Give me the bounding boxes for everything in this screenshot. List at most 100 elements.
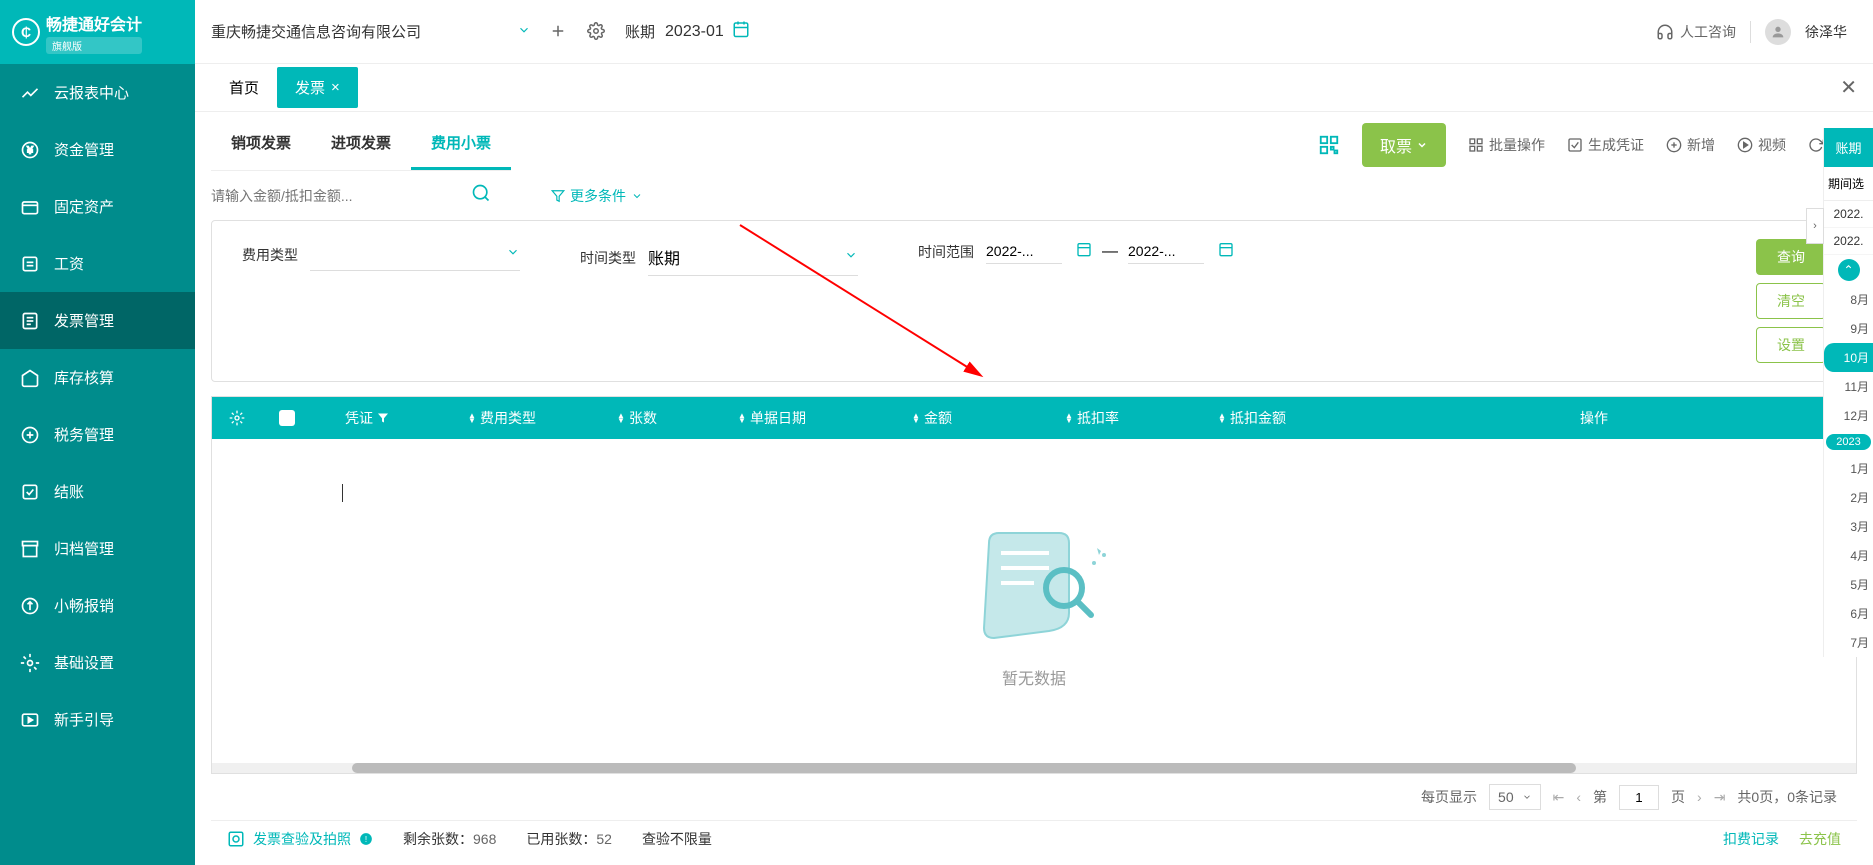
- sidebar-item-5[interactable]: 库存核算: [0, 349, 195, 406]
- period-month[interactable]: 10月: [1824, 343, 1873, 372]
- th-rate[interactable]: ▲▼抵扣率: [1012, 408, 1172, 428]
- first-page-icon[interactable]: ⇤: [1553, 789, 1565, 806]
- consult-button[interactable]: 人工咨询: [1656, 22, 1736, 42]
- sidebar-item-10[interactable]: 基础设置: [0, 634, 195, 691]
- period-month[interactable]: 4月: [1824, 541, 1873, 570]
- get-invoice-button[interactable]: 取票: [1362, 123, 1446, 167]
- video-button[interactable]: 视频: [1737, 135, 1786, 155]
- sidebar-item-0[interactable]: 云报表中心: [0, 64, 195, 121]
- tab-invoice[interactable]: 发票 ×: [277, 67, 358, 108]
- close-icon[interactable]: ✕: [1840, 75, 1857, 100]
- check-unlimited: 查验不限量: [642, 829, 712, 849]
- total-records: 共0页，0条记录: [1737, 787, 1837, 807]
- sidebar-item-7[interactable]: 结账: [0, 463, 195, 520]
- filter-panel: 费用类型 时间类型 账期: [211, 220, 1857, 382]
- calendar-icon[interactable]: [1076, 241, 1092, 262]
- th-deduct[interactable]: ▲▼抵扣金额: [1172, 408, 1332, 428]
- sidebar-item-6[interactable]: 税务管理: [0, 406, 195, 463]
- tax-icon: [20, 425, 40, 445]
- org-selector[interactable]: 重庆畅捷交通信息咨询有限公司: [211, 21, 531, 42]
- gen-voucher-button[interactable]: 生成凭证: [1567, 135, 1644, 155]
- date-to-input[interactable]: 2022-...: [1128, 239, 1204, 264]
- sidebar-item-4[interactable]: 发票管理: [0, 292, 195, 349]
- table: 凭证 ▲▼费用类型 ▲▼张数 ▲▼单据日期 ▲▼金额 ▲▼抵扣率 ▲▼抵扣金额 …: [211, 396, 1857, 774]
- sidebar-item-3[interactable]: 工资: [0, 235, 195, 292]
- period-month[interactable]: 2月: [1824, 483, 1873, 512]
- period-year[interactable]: 2022.: [1824, 228, 1873, 255]
- calendar-icon[interactable]: [1218, 241, 1234, 262]
- plus-icon[interactable]: [549, 22, 569, 42]
- period-month[interactable]: 12月: [1824, 401, 1873, 430]
- sidebar-item-2[interactable]: 固定资产: [0, 178, 195, 235]
- subtab-purchase[interactable]: 进项发票: [311, 118, 411, 170]
- date-from-input[interactable]: 2022-...: [986, 239, 1062, 264]
- settings-icon: [20, 653, 40, 673]
- prev-page-icon[interactable]: ‹: [1576, 789, 1581, 805]
- divider: [1750, 21, 1751, 43]
- recharge-link[interactable]: 去充值: [1799, 829, 1841, 849]
- sidebar-item-11[interactable]: 新手引导: [0, 691, 195, 748]
- panel-collapse-icon[interactable]: ›: [1806, 208, 1824, 244]
- period-label: 账期: [625, 21, 655, 42]
- add-button[interactable]: 新增: [1666, 135, 1715, 155]
- period-month[interactable]: 11月: [1824, 372, 1873, 401]
- th-date[interactable]: ▲▼单据日期: [692, 408, 852, 428]
- period-month[interactable]: 7月: [1824, 628, 1873, 657]
- period-month[interactable]: 3月: [1824, 512, 1873, 541]
- subtab-expense[interactable]: 费用小票: [411, 118, 511, 170]
- time-type-select[interactable]: 账期: [648, 239, 858, 276]
- th-amount[interactable]: ▲▼金额: [852, 408, 1012, 428]
- calendar-icon[interactable]: [732, 20, 750, 43]
- consult-label: 人工咨询: [1680, 22, 1736, 42]
- th-voucher[interactable]: 凭证: [312, 408, 422, 428]
- logo-text: 畅捷通好会计: [46, 11, 142, 35]
- th-gear-icon[interactable]: [212, 410, 262, 426]
- query-button[interactable]: 查询: [1756, 239, 1826, 275]
- remaining-count: 剩余张数：968: [403, 829, 496, 849]
- footer-bar: 发票查验及拍照 ! 剩余张数：968 已用张数：52 查验不限量 扣费记录 去充…: [211, 820, 1857, 857]
- page-input[interactable]: [1619, 785, 1659, 810]
- page-size-select[interactable]: 50: [1489, 784, 1541, 810]
- time-type-label: 时间类型: [580, 248, 636, 268]
- subtabs: 销项发票 进项发票 费用小票: [211, 118, 511, 171]
- collapse-up-icon[interactable]: ⌃: [1838, 259, 1860, 281]
- main: 重庆畅捷交通信息咨询有限公司 账期 2023-01: [195, 0, 1873, 865]
- tab-close-icon[interactable]: ×: [331, 79, 340, 96]
- sidebar-item-8[interactable]: 归档管理: [0, 520, 195, 577]
- fee-type-select[interactable]: [310, 239, 520, 271]
- invoice-icon: [20, 311, 40, 331]
- period-month[interactable]: 6月: [1824, 599, 1873, 628]
- next-page-icon[interactable]: ›: [1697, 789, 1702, 805]
- th-fee-type[interactable]: ▲▼费用类型: [422, 408, 582, 428]
- empty-text: 暂无数据: [1002, 665, 1066, 689]
- search-input[interactable]: [211, 188, 471, 204]
- video-label: 视频: [1758, 135, 1786, 155]
- horizontal-scrollbar[interactable]: [212, 763, 1856, 773]
- search-icon[interactable]: [471, 183, 491, 208]
- tab-home[interactable]: 首页: [211, 67, 277, 108]
- period-month[interactable]: 5月: [1824, 570, 1873, 599]
- clear-button[interactable]: 清空: [1756, 283, 1826, 319]
- batch-button[interactable]: 批量操作: [1468, 135, 1545, 155]
- sidebar-item-label: 归档管理: [54, 538, 114, 559]
- last-page-icon[interactable]: ⇥: [1714, 789, 1726, 806]
- subtab-sales[interactable]: 销项发票: [211, 118, 311, 170]
- period-month[interactable]: 1月: [1824, 454, 1873, 483]
- th-checkbox[interactable]: [262, 410, 312, 426]
- gear-icon[interactable]: [587, 22, 607, 42]
- sidebar-item-1[interactable]: ¥资金管理: [0, 121, 195, 178]
- avatar[interactable]: [1765, 19, 1791, 45]
- more-conditions-button[interactable]: 更多条件: [551, 186, 643, 206]
- period-month[interactable]: 9月: [1824, 314, 1873, 343]
- chevron-down-icon: [506, 245, 520, 264]
- per-page-label: 每页显示: [1421, 787, 1477, 807]
- sidebar-item-label: 固定资产: [54, 196, 114, 217]
- period-year[interactable]: 2022.: [1824, 201, 1873, 228]
- add-label: 新增: [1687, 135, 1715, 155]
- sidebar-item-9[interactable]: 小畅报销: [0, 577, 195, 634]
- deduction-record-link[interactable]: 扣费记录: [1723, 829, 1779, 849]
- qr-icon[interactable]: [1318, 134, 1340, 156]
- th-sheets[interactable]: ▲▼张数: [582, 408, 692, 428]
- settings-button[interactable]: 设置: [1756, 327, 1826, 363]
- period-month[interactable]: 8月: [1824, 285, 1873, 314]
